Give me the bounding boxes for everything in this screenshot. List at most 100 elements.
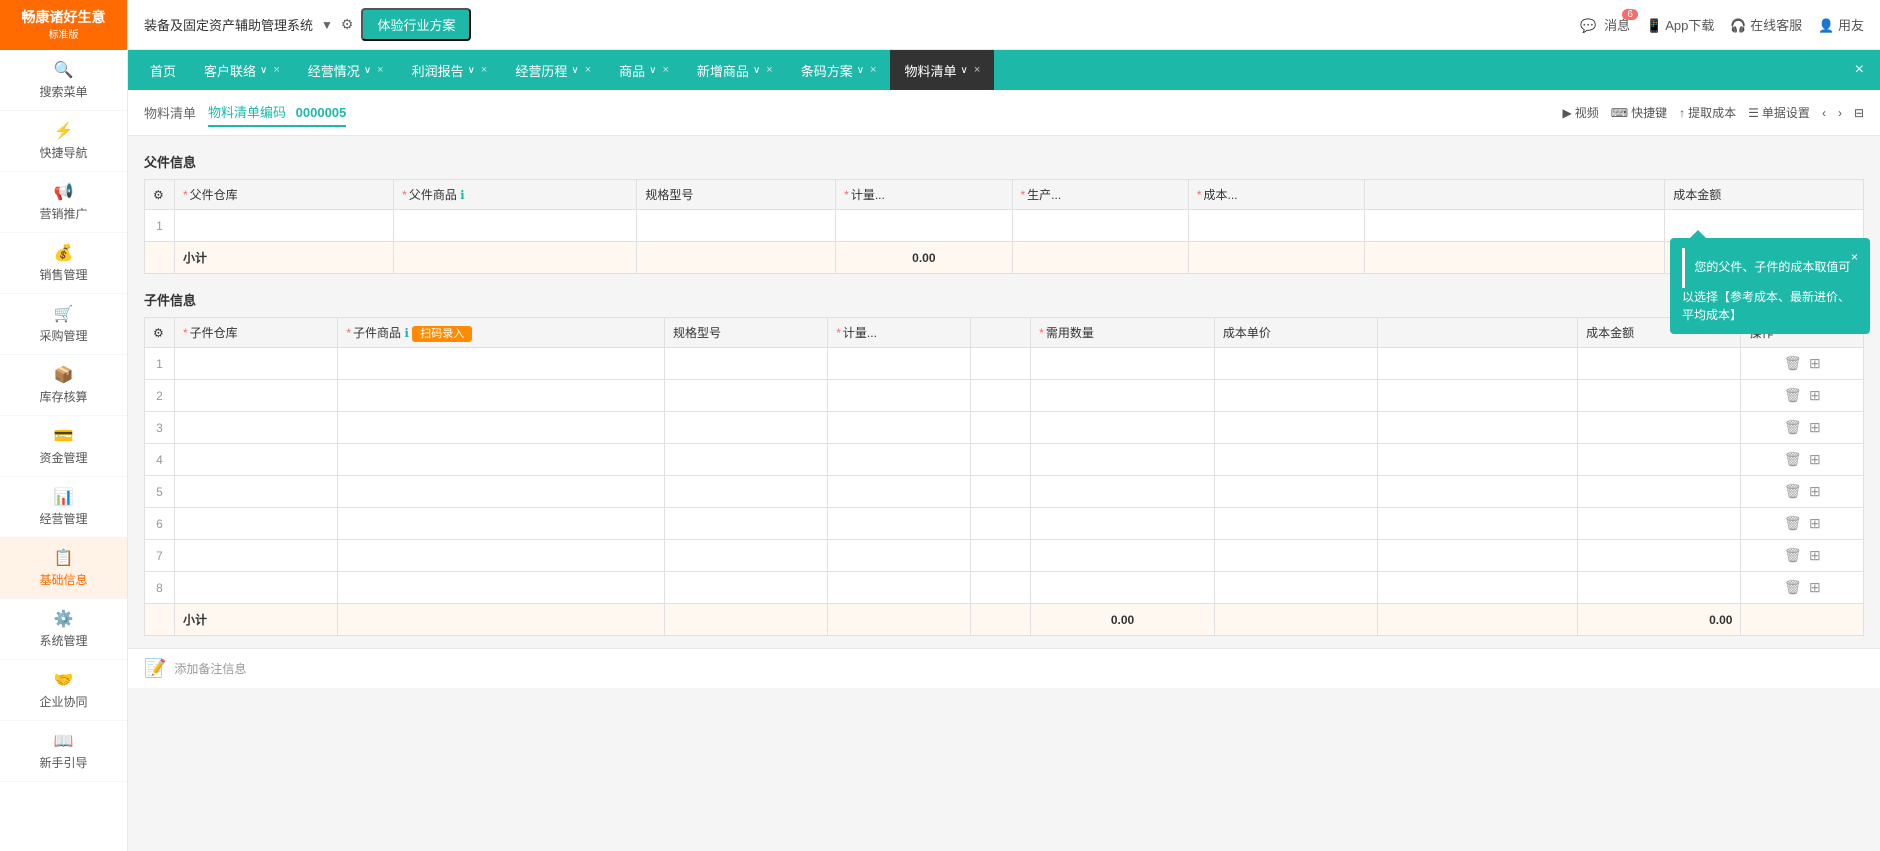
child-cell-spec[interactable] bbox=[664, 380, 827, 412]
delete-row-btn[interactable]: 🗑 bbox=[1784, 483, 1802, 499]
sidebar-item-inventory[interactable]: 📦 库存核算 bbox=[0, 355, 127, 416]
copy-row-btn[interactable]: ⊞ bbox=[1809, 579, 1821, 595]
child-cell-unit[interactable] bbox=[828, 412, 971, 444]
tab-add-product-close[interactable]: × bbox=[766, 64, 772, 76]
child-cell-warehouse[interactable] bbox=[175, 412, 338, 444]
nav-prev-btn[interactable]: ‹ bbox=[1822, 106, 1826, 120]
child-cell-unit-cost[interactable] bbox=[1214, 572, 1377, 604]
delete-row-btn[interactable]: 🗑 bbox=[1784, 355, 1802, 371]
child-cell-spec[interactable] bbox=[664, 540, 827, 572]
tab-bom-close[interactable]: × bbox=[974, 64, 980, 76]
copy-row-btn[interactable]: ⊞ bbox=[1809, 387, 1821, 403]
settings-icon[interactable]: ⚙ bbox=[341, 16, 354, 33]
child-cell-qty[interactable] bbox=[1031, 476, 1215, 508]
nav-next-btn[interactable]: › bbox=[1838, 106, 1842, 120]
sidebar-item-purchase[interactable]: 🛒 采购管理 bbox=[0, 294, 127, 355]
tab-bom[interactable]: 物料清单 ∨ × bbox=[890, 50, 994, 90]
child-cell-warehouse[interactable] bbox=[175, 540, 338, 572]
tab-home[interactable]: 首页 bbox=[136, 50, 190, 90]
child-cell-spec[interactable] bbox=[664, 572, 827, 604]
child-cell-warehouse[interactable] bbox=[175, 380, 338, 412]
child-cell-product[interactable] bbox=[338, 348, 665, 380]
cell-parent-product[interactable] bbox=[394, 210, 637, 242]
child-cell-product[interactable] bbox=[338, 540, 665, 572]
sidebar-item-finance[interactable]: 💳 资金管理 bbox=[0, 416, 127, 477]
tab-history-close[interactable]: × bbox=[585, 64, 591, 76]
sidebar-item-search[interactable]: 🔍 搜索菜单 bbox=[0, 50, 127, 111]
child-cell-warehouse[interactable] bbox=[175, 348, 338, 380]
copy-row-btn[interactable]: ⊞ bbox=[1809, 355, 1821, 371]
tab-operations-status[interactable]: 经营情况 ∨ × bbox=[294, 50, 398, 90]
child-config-icon[interactable]: ⚙ bbox=[153, 326, 164, 340]
sub-tab-bom-list[interactable]: 物料清单 bbox=[144, 99, 196, 126]
tab-customer-close[interactable]: × bbox=[273, 64, 279, 76]
child-cell-warehouse[interactable] bbox=[175, 476, 338, 508]
cell-unit[interactable] bbox=[836, 210, 1012, 242]
child-cell-unit-cost[interactable] bbox=[1214, 348, 1377, 380]
child-cell-warehouse[interactable] bbox=[175, 572, 338, 604]
child-cell-unit-cost[interactable] bbox=[1214, 444, 1377, 476]
delete-row-btn[interactable]: 🗑 bbox=[1784, 419, 1802, 435]
child-cell-product[interactable] bbox=[338, 572, 665, 604]
child-cell-qty[interactable] bbox=[1031, 348, 1215, 380]
child-cell-product[interactable] bbox=[338, 508, 665, 540]
trial-button[interactable]: 体验行业方案 bbox=[361, 8, 471, 41]
sidebar-item-guide[interactable]: 📖 新手引导 bbox=[0, 721, 127, 782]
child-cell-qty[interactable] bbox=[1031, 412, 1215, 444]
child-cell-spec[interactable] bbox=[664, 348, 827, 380]
child-cell-qty[interactable] bbox=[1031, 380, 1215, 412]
sidebar-item-marketing[interactable]: 📢 营销推广 bbox=[0, 172, 127, 233]
child-cell-unit-cost[interactable] bbox=[1214, 380, 1377, 412]
tab-barcode[interactable]: 条码方案 ∨ × bbox=[787, 50, 891, 90]
cell-parent-warehouse[interactable] bbox=[175, 210, 394, 242]
sidebar-item-sales[interactable]: 💰 销售管理 bbox=[0, 233, 127, 294]
tooltip-close-btn[interactable]: × bbox=[1851, 248, 1858, 266]
child-cell-unit[interactable] bbox=[828, 444, 971, 476]
child-cell-unit-cost[interactable] bbox=[1214, 476, 1377, 508]
sidebar-item-system[interactable]: ⚙️ 系统管理 bbox=[0, 599, 127, 660]
child-cell-unit[interactable] bbox=[828, 572, 971, 604]
sidebar-item-quick-nav[interactable]: ⚡ 快捷导航 bbox=[0, 111, 127, 172]
child-cell-spec[interactable] bbox=[664, 444, 827, 476]
system-dropdown-icon[interactable]: ▼ bbox=[321, 18, 333, 32]
tab-add-product[interactable]: 新增商品 ∨ × bbox=[683, 50, 787, 90]
tab-history[interactable]: 经营历程 ∨ × bbox=[501, 50, 605, 90]
config-icon[interactable]: ⚙ bbox=[153, 188, 164, 202]
shortcut-btn[interactable]: ⌨ 快捷键 bbox=[1611, 104, 1667, 121]
child-cell-product[interactable] bbox=[338, 444, 665, 476]
tab-product-close[interactable]: × bbox=[662, 64, 668, 76]
child-cell-unit-cost[interactable] bbox=[1214, 508, 1377, 540]
child-cell-unit[interactable] bbox=[828, 476, 971, 508]
close-all-tabs-btn[interactable]: × bbox=[1847, 61, 1872, 79]
child-cell-unit[interactable] bbox=[828, 380, 971, 412]
child-cell-warehouse[interactable] bbox=[175, 508, 338, 540]
child-cell-product[interactable] bbox=[338, 412, 665, 444]
delete-row-btn[interactable]: 🗑 bbox=[1784, 451, 1802, 467]
child-cell-product[interactable] bbox=[338, 476, 665, 508]
extract-cost-btn[interactable]: ↑ 提取成本 bbox=[1679, 104, 1736, 121]
tab-profit[interactable]: 利润报告 ∨ × bbox=[398, 50, 502, 90]
child-cell-unit[interactable] bbox=[828, 348, 971, 380]
cell-produce[interactable] bbox=[1012, 210, 1188, 242]
sidebar-item-cooperation[interactable]: 🤝 企业协同 bbox=[0, 660, 127, 721]
child-cell-spec[interactable] bbox=[664, 508, 827, 540]
child-cell-spec[interactable] bbox=[664, 412, 827, 444]
child-cell-unit[interactable] bbox=[828, 508, 971, 540]
child-cell-product[interactable] bbox=[338, 380, 665, 412]
child-cell-spec[interactable] bbox=[664, 476, 827, 508]
cell-spec[interactable] bbox=[637, 210, 836, 242]
scan-input-btn[interactable]: 扫码录入 bbox=[412, 326, 472, 342]
app-download-btn[interactable]: 📱 App下载 bbox=[1646, 15, 1714, 34]
view-btn[interactable]: ▶ 视频 bbox=[1563, 104, 1599, 121]
child-cell-qty[interactable] bbox=[1031, 444, 1215, 476]
child-cell-unit-cost[interactable] bbox=[1214, 412, 1377, 444]
copy-row-btn[interactable]: ⊞ bbox=[1809, 483, 1821, 499]
tab-ops-close[interactable]: × bbox=[377, 64, 383, 76]
copy-row-btn[interactable]: ⊞ bbox=[1809, 547, 1821, 563]
child-cell-warehouse[interactable] bbox=[175, 444, 338, 476]
sidebar-item-operations[interactable]: 📊 经营管理 bbox=[0, 477, 127, 538]
single-setting-btn[interactable]: ☰ 单据设置 bbox=[1748, 104, 1810, 121]
tab-product[interactable]: 商品 ∨ × bbox=[605, 50, 683, 90]
child-cell-unit[interactable] bbox=[828, 540, 971, 572]
online-service-btn[interactable]: 🎧 在线客服 bbox=[1730, 15, 1802, 34]
